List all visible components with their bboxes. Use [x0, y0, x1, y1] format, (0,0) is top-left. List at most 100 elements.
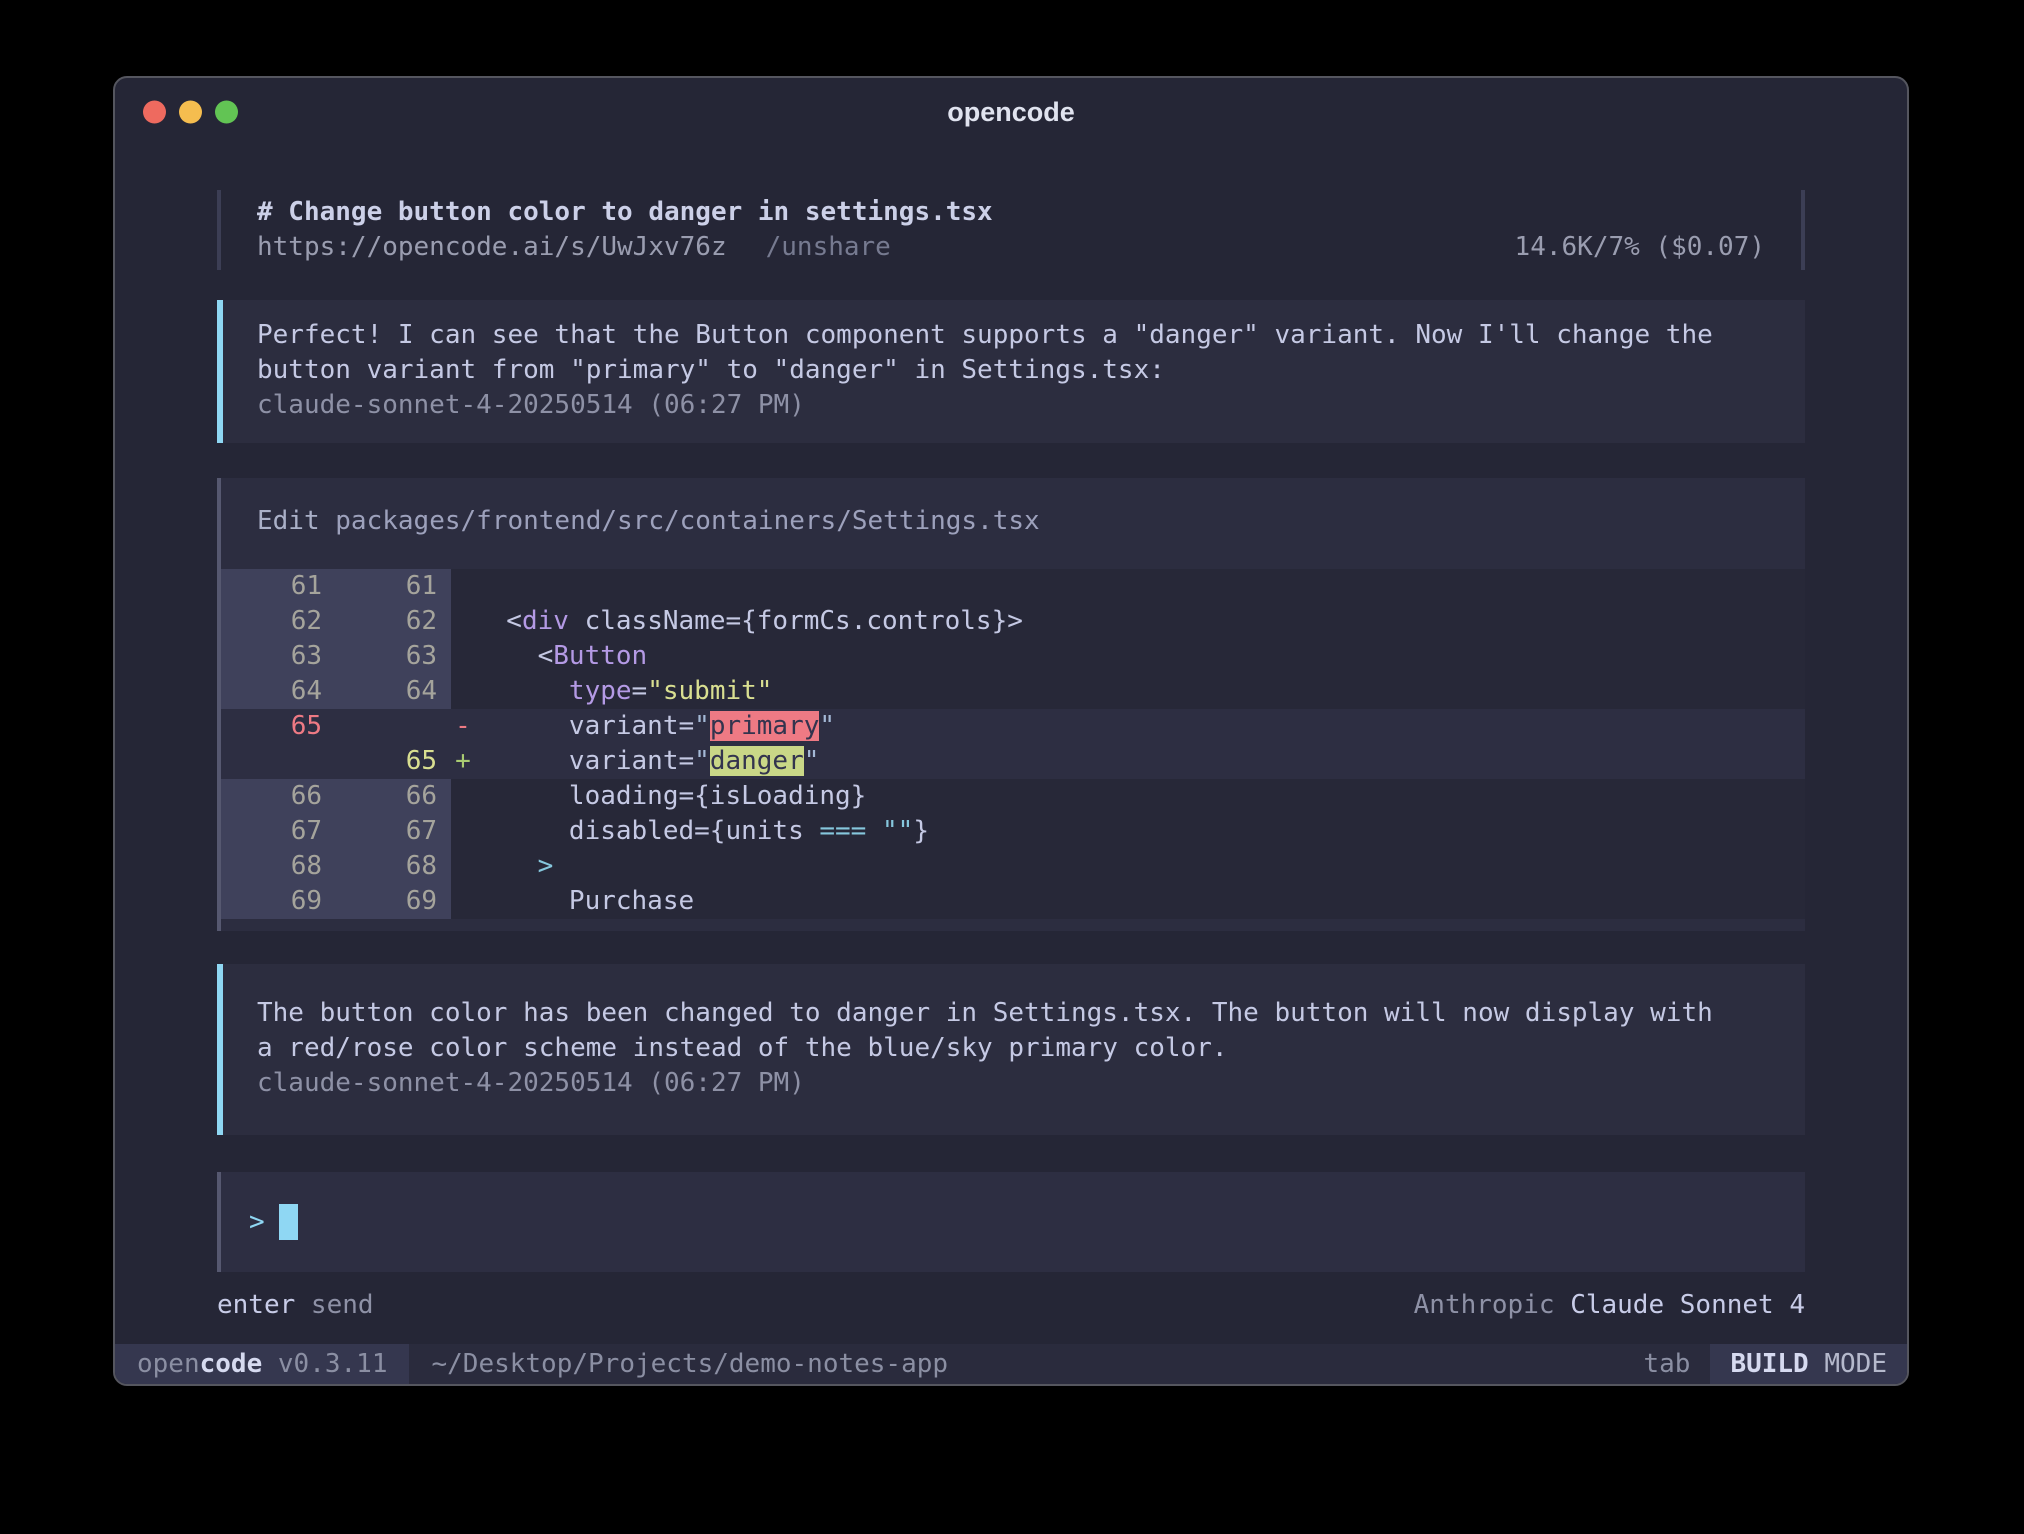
- diff-row: 6666 loading={isLoading}: [221, 779, 1805, 814]
- code-token: ": [694, 746, 710, 776]
- code-token: =: [632, 676, 648, 706]
- title-bar: opencode: [115, 78, 1907, 146]
- token-usage-cost: 14.6K/7% ($0.07): [1515, 230, 1765, 265]
- new-line-number: 64: [336, 674, 451, 709]
- diff-row: 6464 type="submit": [221, 674, 1805, 709]
- new-line-number: 61: [336, 569, 451, 604]
- diff-row: 6868 >: [221, 849, 1805, 884]
- code-token: primary: [710, 711, 820, 741]
- old-line-number: 61: [221, 569, 336, 604]
- provider-label: Anthropic: [1414, 1290, 1571, 1320]
- close-button[interactable]: [143, 101, 166, 124]
- diff-row: 65- variant="primary": [221, 709, 1805, 744]
- assistant-message: Perfect! I can see that the Button compo…: [217, 300, 1805, 443]
- diff-sign-marker: [451, 849, 475, 884]
- code-token: Purchase: [475, 886, 694, 916]
- brand-prefix: open: [137, 1349, 200, 1379]
- share-url-link[interactable]: https://opencode.ai/s/UwJxv76z: [257, 230, 727, 265]
- diff-row: 6969 Purchase: [221, 884, 1805, 919]
- code-token: Button: [553, 641, 647, 671]
- code-token: ": [694, 711, 710, 741]
- old-line-number: 62: [221, 604, 336, 639]
- code-token: "submit": [647, 676, 772, 706]
- diff-view: 61616262 <div className={formCs.controls…: [221, 569, 1805, 919]
- send-action-label: send: [295, 1290, 373, 1320]
- window-title: opencode: [947, 97, 1075, 128]
- diff-sign-marker: +: [451, 744, 475, 779]
- session-title: # Change button color to danger in setti…: [257, 195, 1765, 230]
- edit-action-label: Edit: [257, 506, 335, 536]
- edit-tool-title: Edit packages/frontend/src/containers/Se…: [221, 504, 1805, 539]
- version-label: v0.3.11: [262, 1349, 387, 1379]
- code-token: <: [475, 606, 522, 636]
- session-header: # Change button color to danger in setti…: [217, 190, 1805, 270]
- prompt-chevron: >: [249, 1207, 265, 1237]
- text-cursor: [279, 1204, 298, 1240]
- diff-row: 6262 <div className={formCs.controls}>: [221, 604, 1805, 639]
- code-token: div: [522, 606, 569, 636]
- session-content: # Change button color to danger in setti…: [217, 146, 1805, 1344]
- old-line-number: 66: [221, 779, 336, 814]
- model-name-label: Claude Sonnet 4: [1570, 1290, 1805, 1320]
- message-line: Perfect! I can see that the Button compo…: [257, 318, 1765, 353]
- new-line-number: 68: [336, 849, 451, 884]
- minimize-button[interactable]: [179, 101, 202, 124]
- code-line: <div className={formCs.controls}>: [475, 604, 1023, 639]
- mode-segment: BUILD MODE: [1710, 1344, 1907, 1384]
- prompt-input[interactable]: >: [217, 1172, 1805, 1272]
- code-line: >: [475, 849, 553, 884]
- model-timestamp: claude-sonnet-4-20250514 (06:27 PM): [257, 388, 1765, 423]
- code-token: variant=: [475, 746, 694, 776]
- model-timestamp: claude-sonnet-4-20250514 (06:27 PM): [257, 1066, 1765, 1101]
- old-line-number: 64: [221, 674, 336, 709]
- message-line: The button color has been changed to dan…: [257, 996, 1765, 1031]
- diff-row: 65+ variant="danger": [221, 744, 1805, 779]
- status-bar: opencode v0.3.11 ~/Desktop/Projects/demo…: [115, 1344, 1907, 1384]
- diff-row: 6767 disabled={units === ""}: [221, 814, 1805, 849]
- diff-row: 6363 <Button: [221, 639, 1805, 674]
- diff-sign-marker: [451, 604, 475, 639]
- code-line: variant="primary": [475, 709, 835, 744]
- code-token: [475, 676, 569, 706]
- app-version-segment: opencode v0.3.11: [115, 1344, 409, 1384]
- enter-key-label: enter: [217, 1290, 295, 1320]
- old-line-number: 63: [221, 639, 336, 674]
- code-line: type="submit": [475, 674, 772, 709]
- code-token: >: [538, 851, 554, 881]
- mode-suffix: MODE: [1809, 1349, 1887, 1379]
- zoom-button[interactable]: [215, 101, 238, 124]
- code-token: loading={isLoading}: [475, 781, 866, 811]
- old-line-number: 67: [221, 814, 336, 849]
- old-line-number: 69: [221, 884, 336, 919]
- diff-sign-marker: [451, 779, 475, 814]
- new-line-number: 63: [336, 639, 451, 674]
- code-line: Purchase: [475, 884, 694, 919]
- hints-row: enter send Anthropic Claude Sonnet 4: [217, 1288, 1805, 1322]
- model-indicator: Anthropic Claude Sonnet 4: [1414, 1288, 1805, 1322]
- code-line: disabled={units === ""}: [475, 814, 929, 849]
- send-hint: enter send: [217, 1288, 374, 1322]
- diff-sign-marker: [451, 674, 475, 709]
- diff-sign-marker: [451, 814, 475, 849]
- message-line: button variant from "primary" to "danger…: [257, 353, 1765, 388]
- diff-sign-marker: [451, 639, 475, 674]
- new-line-number: [336, 709, 451, 744]
- mode-name: BUILD: [1730, 1349, 1808, 1379]
- traffic-lights: [143, 101, 238, 124]
- old-line-number: [221, 744, 336, 779]
- code-token: type: [569, 676, 632, 706]
- code-token: [475, 851, 538, 881]
- new-line-number: 62: [336, 604, 451, 639]
- brand-suffix: code: [200, 1349, 263, 1379]
- new-line-number: 65: [336, 744, 451, 779]
- message-line: a red/rose color scheme instead of the b…: [257, 1031, 1765, 1066]
- new-line-number: 66: [336, 779, 451, 814]
- code-token: ": [804, 746, 820, 776]
- diff-sign-marker: [451, 569, 475, 604]
- diff-sign-marker: [451, 884, 475, 919]
- code-token: ": [819, 711, 835, 741]
- code-token: "": [882, 816, 913, 846]
- code-token: }: [913, 816, 929, 846]
- code-token: ===: [819, 816, 866, 846]
- new-line-number: 67: [336, 814, 451, 849]
